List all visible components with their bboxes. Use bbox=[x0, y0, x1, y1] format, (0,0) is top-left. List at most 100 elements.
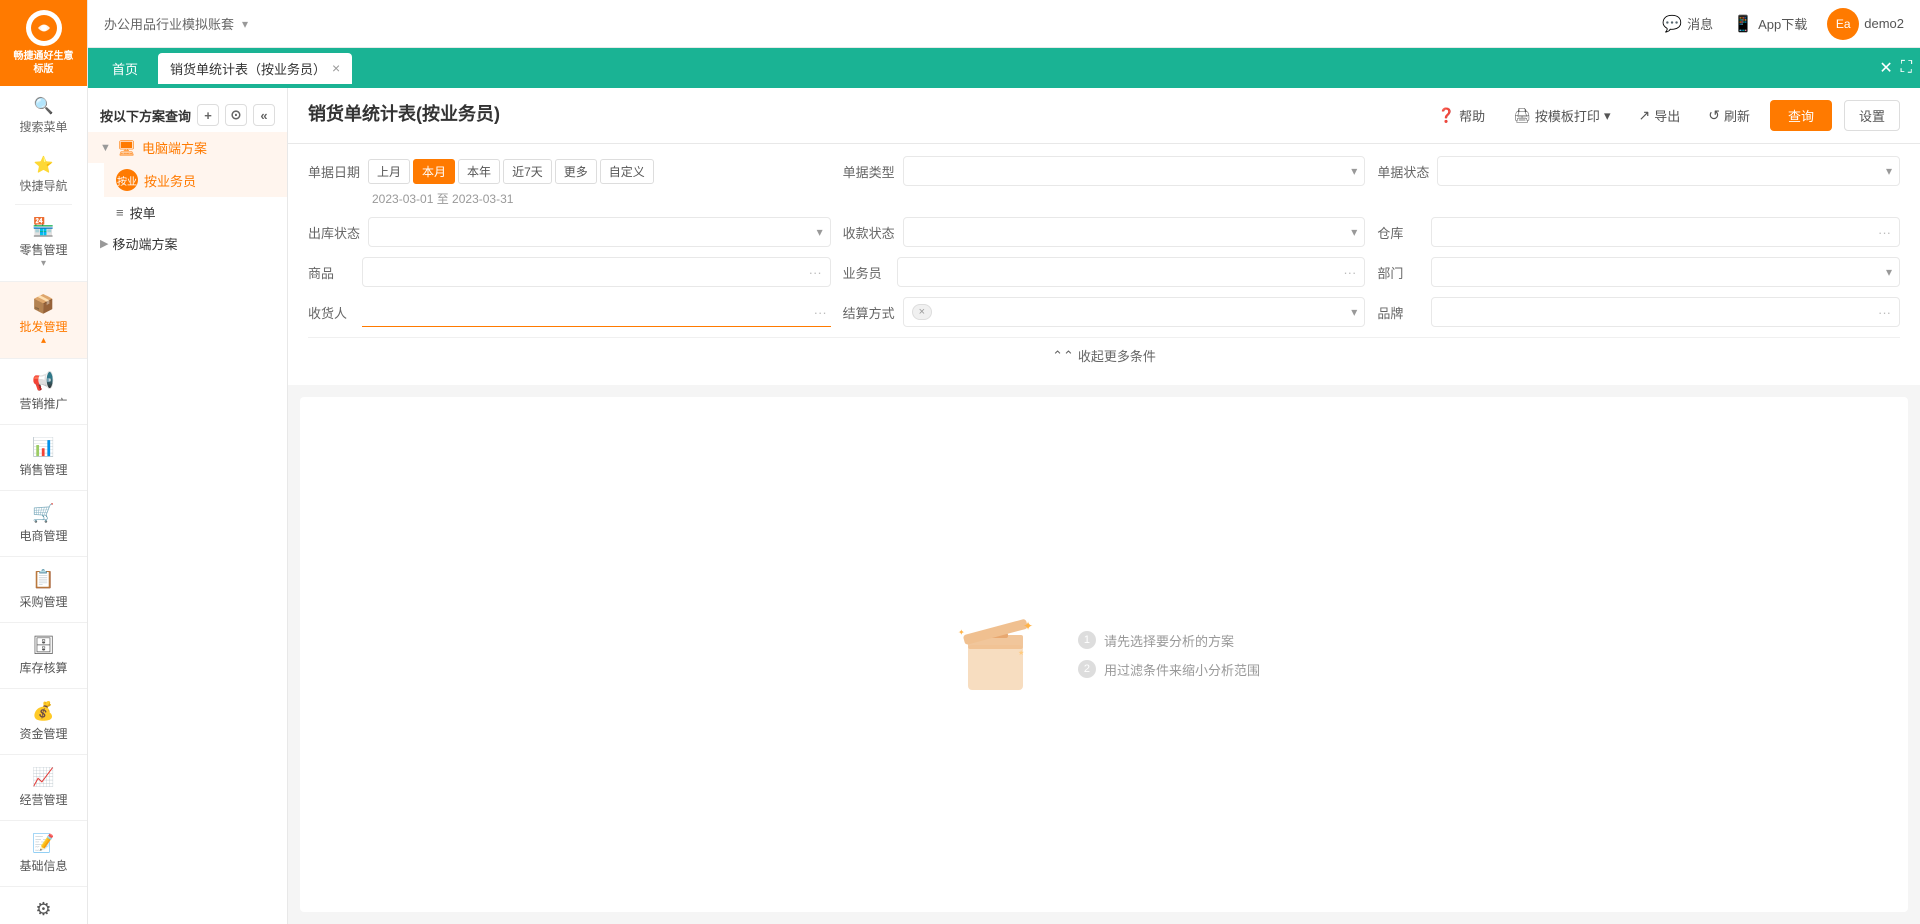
mobile-expand-icon: ▶ bbox=[100, 237, 108, 250]
print-icon: 🖨 bbox=[1513, 107, 1531, 124]
collapse-bar[interactable]: ⌃⌃ 收起更多条件 bbox=[308, 337, 1900, 373]
empty-text-list: 1 请先选择要分析的方案 2 用过滤条件来缩小分析范围 bbox=[1078, 631, 1260, 679]
payment-status-select[interactable] bbox=[903, 217, 1366, 247]
empty-state: ✦ ✦ ★ 1 请先选择要分析的方案 2 用过滤条件来缩小分析范围 bbox=[948, 605, 1260, 705]
doc-status-select[interactable] bbox=[1437, 156, 1900, 186]
dept-control bbox=[1431, 257, 1900, 287]
query-button[interactable]: 查询 bbox=[1770, 100, 1832, 131]
sidebar-item-label: 电商管理 bbox=[19, 527, 67, 544]
date-range-text: 2023-03-01 至 2023-03-31 bbox=[372, 192, 513, 206]
app-download-action[interactable]: 📱 App下载 bbox=[1733, 14, 1807, 34]
sidebar-item-label: 基础信息 bbox=[19, 857, 67, 874]
refresh-button[interactable]: ↺ 刷新 bbox=[1700, 102, 1758, 129]
salesperson-filter-item: 业务员 ··· bbox=[843, 257, 1366, 287]
sidebar-item-sales[interactable]: 📊 销售管理 bbox=[0, 425, 87, 491]
tab-home[interactable]: 首页 bbox=[96, 53, 154, 84]
sidebar-item-inventory[interactable]: 🗄 库存核算 bbox=[0, 623, 87, 689]
sidebar-item-ecommerce[interactable]: 🛒 电商管理 bbox=[0, 491, 87, 557]
edit-scheme-button[interactable]: ⊙ bbox=[225, 104, 247, 126]
download-icon: 📱 bbox=[1733, 14, 1753, 34]
export-button[interactable]: ↗ 导出 bbox=[1630, 102, 1688, 129]
message-icon: 💬 bbox=[1662, 14, 1682, 34]
by-order-leaf[interactable]: ≡ 按单 bbox=[104, 197, 287, 228]
sidebar-item-purchase[interactable]: 📋 采购管理 bbox=[0, 557, 87, 623]
order-icon: ≡ bbox=[116, 205, 124, 220]
step-2-text: 用过滤条件来缩小分析范围 bbox=[1104, 660, 1260, 679]
logo-icon bbox=[26, 10, 62, 46]
sidebar-item-operations[interactable]: 📈 经营管理 bbox=[0, 755, 87, 821]
salesperson-picker[interactable]: ··· bbox=[897, 257, 1366, 287]
message-action[interactable]: 💬 消息 bbox=[1662, 14, 1713, 34]
sidebar-item-label: 采购管理 bbox=[19, 593, 67, 610]
settings-button[interactable]: 设置 bbox=[1844, 100, 1900, 131]
date-btn-last-month[interactable]: 上月 bbox=[368, 159, 410, 184]
page-actions: ❓ 帮助 🖨 按模板打印 ▾ ↗ 导出 ↺ 刷新 bbox=[1430, 100, 1900, 143]
export-label: 导出 bbox=[1654, 106, 1680, 125]
date-btn-custom[interactable]: 自定义 bbox=[600, 159, 654, 184]
sidebar-item-retail[interactable]: 🏪 零售管理 ▾ bbox=[0, 205, 87, 282]
sidebar-item-basic-info[interactable]: 📝 基础信息 bbox=[0, 821, 87, 887]
tab-active[interactable]: 销货单统计表（按业务员） × bbox=[158, 53, 352, 84]
header-left: 办公用品行业模拟账套 ▾ bbox=[104, 14, 248, 33]
desktop-scheme-label: 电脑端方案 bbox=[142, 138, 207, 157]
date-btn-7days[interactable]: 近7天 bbox=[503, 159, 552, 184]
sidebar-item-label: 销售管理 bbox=[19, 461, 67, 478]
warehouse-picker[interactable]: ··· bbox=[1431, 217, 1900, 247]
outbound-select[interactable] bbox=[368, 217, 831, 247]
sidebar-item-search[interactable]: 🔍 搜索菜单 bbox=[15, 86, 71, 145]
sidebar-item-wholesale[interactable]: 📦 批发管理 ▴ bbox=[0, 282, 87, 359]
tab-close-button[interactable]: × bbox=[332, 60, 340, 76]
sidebar-item-nav[interactable]: ⭐ 快捷导航 bbox=[15, 145, 71, 205]
add-scheme-button[interactable]: + bbox=[197, 104, 219, 126]
step-1-number: 1 bbox=[1078, 631, 1096, 649]
header-right: 💬 消息 📱 App下载 Ea demo2 bbox=[1662, 8, 1904, 40]
date-btn-this-month[interactable]: 本月 bbox=[413, 159, 455, 184]
mobile-scheme-header[interactable]: ▶ 移动端方案 bbox=[88, 228, 287, 259]
outbound-label: 出库状态 bbox=[308, 223, 360, 242]
tag-close-btn[interactable]: × bbox=[919, 306, 925, 318]
sidebar-item-marketing[interactable]: 📢 营销推广 bbox=[0, 359, 87, 425]
desktop-scheme-header[interactable]: ▼ 🖥 电脑端方案 bbox=[88, 132, 287, 163]
help-button[interactable]: ❓ 帮助 bbox=[1430, 102, 1493, 129]
print-button[interactable]: 🖨 按模板打印 ▾ bbox=[1505, 102, 1618, 129]
tab-close-icon[interactable]: ✕ bbox=[1879, 58, 1892, 78]
by-salesperson-leaf[interactable]: 按业 按业务员 bbox=[104, 163, 287, 197]
goods-dots: ··· bbox=[809, 265, 822, 280]
dept-select[interactable] bbox=[1431, 257, 1900, 287]
svg-text:✦: ✦ bbox=[958, 628, 965, 637]
dept-filter-item: 部门 bbox=[1377, 257, 1900, 287]
doc-type-select[interactable] bbox=[903, 156, 1366, 186]
collapse-panel-button[interactable]: « bbox=[253, 104, 275, 126]
filter-area: 单据日期 上月 本月 本年 近7天 更多 自定义 单据类型 bbox=[288, 144, 1920, 385]
brand-filter-item: 品牌 ··· bbox=[1377, 297, 1900, 327]
payment-method-control: × ▾ bbox=[903, 297, 1366, 327]
sidebar-item-finance[interactable]: 💰 资金管理 bbox=[0, 689, 87, 755]
payment-method-tag: × bbox=[912, 304, 932, 320]
breadcrumb-dropdown-icon[interactable]: ▾ bbox=[242, 17, 248, 31]
sidebar-item-system[interactable]: ⚙ 系统管理 bbox=[0, 887, 87, 924]
goods-picker[interactable]: ··· bbox=[362, 257, 831, 287]
sidebar-item-label: 营销推广 bbox=[19, 395, 67, 412]
payment-method-label: 结算方式 bbox=[843, 303, 895, 322]
salesperson-dots: ··· bbox=[1343, 265, 1356, 280]
sales-icon: 📊 bbox=[32, 437, 54, 458]
print-dropdown-icon: ▾ bbox=[1604, 108, 1611, 124]
brand-picker[interactable]: ··· bbox=[1431, 297, 1900, 327]
dept-label: 部门 bbox=[1377, 263, 1423, 282]
payment-method-field[interactable]: × ▾ bbox=[903, 297, 1366, 327]
refresh-label: 刷新 bbox=[1724, 106, 1750, 125]
svg-text:★: ★ bbox=[1018, 649, 1024, 657]
date-btn-this-year[interactable]: 本年 bbox=[458, 159, 500, 184]
brand-dots: ··· bbox=[1878, 305, 1891, 320]
sidebar-item-label: 快捷导航 bbox=[19, 177, 67, 194]
panel-title: 按以下方案查询 bbox=[100, 106, 191, 125]
date-btn-more[interactable]: 更多 bbox=[555, 159, 597, 184]
tab-maximize-icon[interactable]: ⛶ bbox=[1901, 59, 1912, 77]
search-icon: 🔍 bbox=[34, 96, 54, 116]
basic-info-icon: 📝 bbox=[32, 833, 54, 854]
user-profile[interactable]: Ea demo2 bbox=[1827, 8, 1904, 40]
consignee-input[interactable] bbox=[362, 297, 831, 327]
date-filter-item: 单据日期 上月 本月 本年 近7天 更多 自定义 bbox=[308, 156, 831, 186]
sidebar-item-label: 库存核算 bbox=[19, 659, 67, 676]
salesperson-icon: 按业 bbox=[116, 169, 138, 191]
